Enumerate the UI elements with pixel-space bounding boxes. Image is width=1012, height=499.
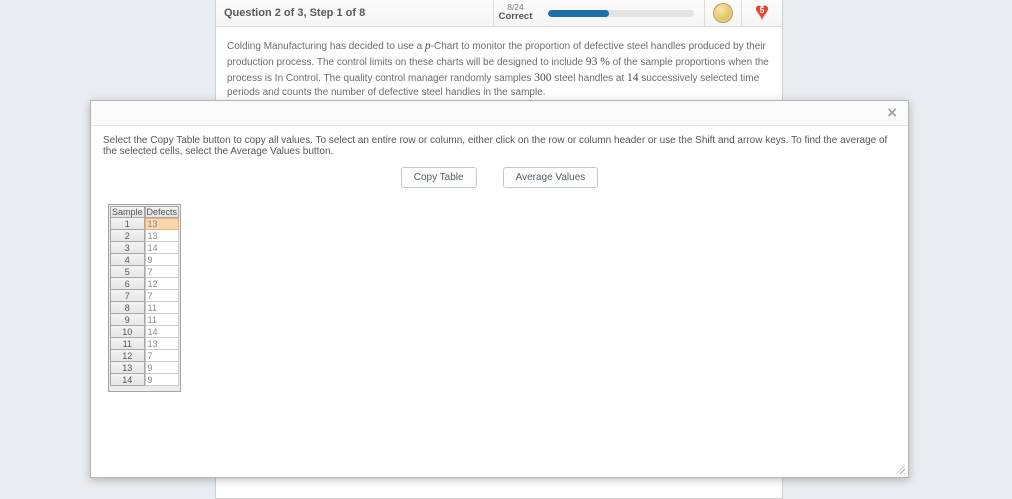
average-values-button[interactable]: Average Values (502, 167, 599, 188)
column-header-defects[interactable]: Defects (144, 206, 180, 218)
resize-handle-icon[interactable] (896, 465, 905, 474)
defects-cell-7[interactable]: 7 (144, 290, 180, 302)
row-header-sample-11[interactable]: 11 (110, 338, 145, 350)
defects-cell-12[interactable]: 7 (144, 350, 180, 362)
table-row: 8 11 (110, 302, 180, 314)
lives-count: 5 (759, 5, 765, 15)
question-text-segment: 14 (627, 72, 639, 85)
column-header-sample[interactable]: Sample (110, 206, 145, 218)
defects-cell-8[interactable]: 11 (144, 302, 180, 314)
table-row: 1 13 (110, 218, 180, 230)
defects-cell-3[interactable]: 14 (144, 242, 180, 254)
defects-cell-5[interactable]: 7 (144, 266, 180, 278)
row-header-sample-7[interactable]: 7 (110, 290, 145, 302)
row-header-sample-3[interactable]: 3 (110, 242, 145, 254)
table-row: 77 (110, 290, 180, 302)
table-row: 3 14 (110, 242, 180, 254)
row-header-sample-6[interactable]: 6 (110, 278, 145, 290)
row-header-sample-2[interactable]: 2 (110, 230, 145, 242)
row-header-sample-5[interactable]: 5 (110, 266, 145, 278)
table-row: 13 9 (110, 362, 180, 374)
row-header-sample-9[interactable]: 9 (110, 314, 145, 326)
question-text-segment: 93 % (585, 56, 610, 69)
table-row: 10 14 (110, 326, 180, 338)
table-body: 1 13 2 13 3 14 4 9 5 7 6 12 7 7 8 11 9 11 10 14 11 13 12 7 13 9 14… (110, 218, 180, 386)
data-table-container: Sample Defects 1 13 2 13 3 14 4 9 5 7 6 12 7 7 8 11 9 11 1… (108, 204, 182, 392)
close-icon[interactable]: × (886, 106, 898, 120)
heart-icon: ♥ 5 (750, 0, 774, 24)
question-text-segment: 300 (534, 72, 552, 85)
progress-fill (547, 9, 609, 17)
defects-cell-1[interactable]: 13 (144, 218, 180, 230)
row-header-sample-10[interactable]: 10 (110, 326, 145, 338)
table-row: 12 7 (110, 350, 180, 362)
defects-cell-2[interactable]: 13 (144, 230, 180, 242)
question-header-bar: Question 2 of 3, Step 1 of 8 8/24 Correc… (216, 0, 782, 27)
coin-icon (713, 3, 733, 23)
question-text-segment: Colding Manufacturing has decided to use… (227, 41, 425, 52)
row-header-sample-4[interactable]: 4 (110, 254, 145, 266)
score-box: 8/24 Correct (493, 0, 537, 26)
question-text: Colding Manufacturing has decided to use… (227, 38, 771, 100)
table-row: 6 12 (110, 278, 180, 290)
question-text-segment: steel handles at (551, 73, 628, 85)
progress-bar (537, 0, 704, 26)
defects-cell-13[interactable]: 9 (144, 362, 180, 374)
table-row: 57 (110, 266, 180, 278)
coin-box (704, 0, 741, 26)
table-row: 49 (110, 254, 180, 266)
row-header-sample-14[interactable]: 14 (110, 374, 145, 386)
table-row: 2 13 (110, 230, 180, 242)
row-header-sample-1[interactable]: 1 (110, 218, 145, 230)
table-dialog: × Select the Copy Table button to copy a… (90, 100, 909, 478)
copy-table-button[interactable]: Copy Table (400, 167, 477, 188)
data-table: Sample Defects 1 13 2 13 3 14 4 9 5 7 6 12 7 7 8 11 9 11 1… (110, 206, 180, 386)
row-header-sample-13[interactable]: 13 (110, 362, 145, 374)
dialog-buttons: Copy Table Average Values (91, 167, 908, 188)
row-header-sample-8[interactable]: 8 (110, 302, 145, 314)
question-step-title: Question 2 of 3, Step 1 of 8 (224, 7, 366, 19)
defects-cell-14[interactable]: 9 (144, 374, 180, 386)
defects-cell-10[interactable]: 14 (144, 326, 180, 338)
defects-cell-6[interactable]: 12 (144, 278, 180, 290)
dialog-title-bar[interactable]: × (91, 101, 908, 126)
lives-box: ♥ 5 (741, 0, 782, 26)
dialog-instructions: Select the Copy Table button to copy all… (103, 135, 888, 157)
progress-track (547, 9, 694, 17)
row-header-sample-12[interactable]: 12 (110, 350, 145, 362)
table-row: 14 9 (110, 374, 180, 386)
table-row: 9 11 (110, 314, 180, 326)
score-label: Correct (498, 11, 533, 23)
table-row: 11 13 (110, 338, 180, 350)
defects-cell-9[interactable]: 11 (144, 314, 180, 326)
defects-cell-4[interactable]: 9 (144, 254, 180, 266)
defects-cell-11[interactable]: 13 (144, 338, 180, 350)
